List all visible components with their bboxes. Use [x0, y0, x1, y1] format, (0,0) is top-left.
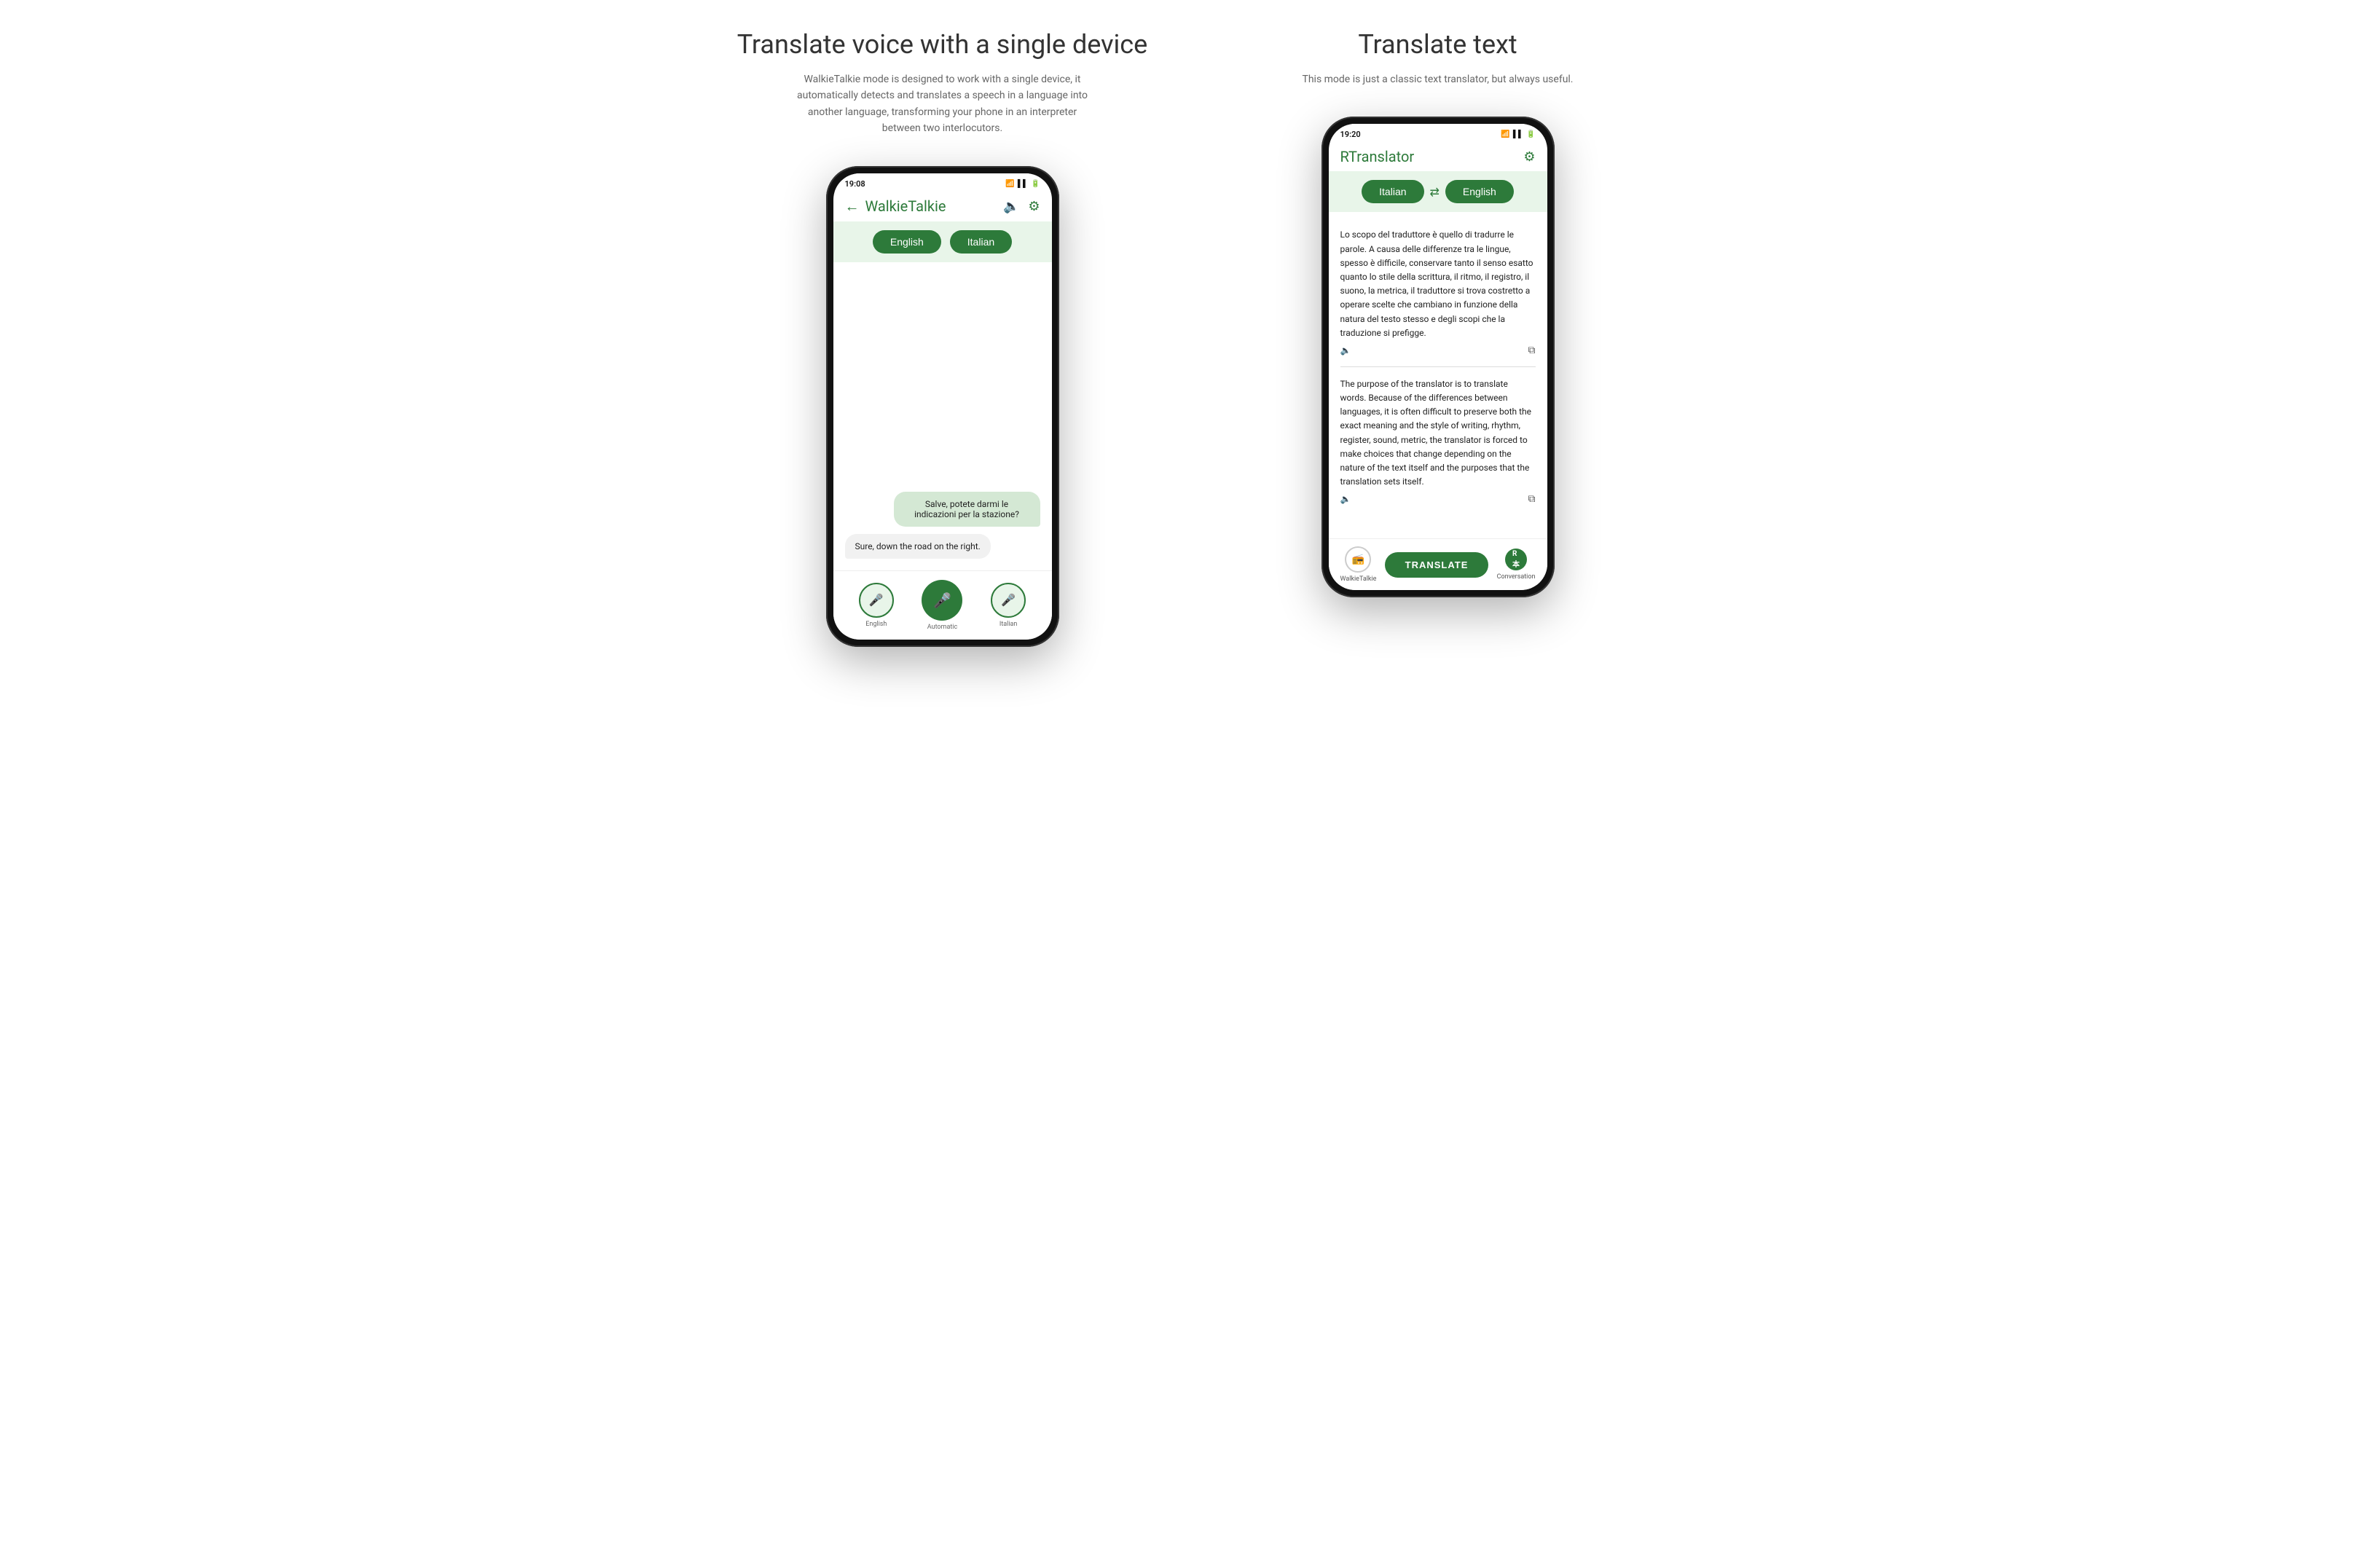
- right-walkie-talkie-btn[interactable]: 📻 WalkieTalkie: [1340, 546, 1377, 583]
- right-lang1-btn[interactable]: Italian: [1362, 180, 1423, 203]
- right-settings-icon[interactable]: ⚙: [1523, 149, 1535, 165]
- settings-icon[interactable]: ⚙: [1028, 199, 1040, 214]
- right-italian-actions: 🔈 ⧉: [1340, 345, 1536, 356]
- right-phone-inner: 19:20 📶 ▌▌ 🔋 RTranslator ⚙ Italian ⇄: [1329, 124, 1547, 590]
- right-english-block: The purpose of the translator is to tran…: [1340, 370, 1536, 513]
- left-status-bar: 19:08 📶 ▌▌ 🔋: [833, 173, 1052, 192]
- speaker-icon[interactable]: 🔈: [1003, 199, 1019, 214]
- right-english-actions: 🔈 ⧉: [1340, 493, 1536, 505]
- text-divider: [1340, 366, 1536, 367]
- swap-icon[interactable]: ⇄: [1430, 185, 1440, 199]
- right-lang2-btn[interactable]: English: [1445, 180, 1514, 203]
- right-conv-label: Conversation: [1497, 573, 1536, 581]
- right-italian-copy-icon[interactable]: ⧉: [1528, 345, 1536, 356]
- left-lang-bar: English Italian: [833, 221, 1052, 262]
- right-app-header: RTranslator ⚙: [1329, 142, 1547, 171]
- right-status-icons: 📶 ▌▌ 🔋: [1501, 130, 1535, 138]
- left-mic-label-3: Italian: [999, 621, 1018, 628]
- right-phone: 19:20 📶 ▌▌ 🔋 RTranslator ⚙ Italian ⇄: [1321, 117, 1555, 597]
- page-wrapper: Translate voice with a single device Wal…: [717, 29, 1664, 647]
- left-mic-italian[interactable]: 🎤: [991, 583, 1026, 618]
- right-app-title: RTranslator: [1340, 148, 1415, 165]
- right-translate-btn[interactable]: TRANSLATE: [1385, 552, 1489, 578]
- left-section: Translate voice with a single device Wal…: [717, 29, 1169, 647]
- right-italian-volume-icon[interactable]: 🔈: [1340, 345, 1351, 355]
- left-lang1-btn[interactable]: English: [873, 230, 941, 254]
- left-chat-area: Salve, potete darmi le indicazioni per l…: [833, 262, 1052, 570]
- left-lang2-btn[interactable]: Italian: [950, 230, 1012, 254]
- left-desc: WalkieTalkie mode is designed to work wi…: [790, 71, 1096, 137]
- wifi-icon: 📶: [1005, 180, 1014, 188]
- left-phone: 19:08 📶 ▌▌ 🔋 ← WalkieTalkie 🔈 ⚙: [826, 166, 1059, 647]
- right-italian-text: Lo scopo del traduttore è quello di trad…: [1340, 228, 1536, 340]
- left-app-header: ← WalkieTalkie 🔈 ⚙: [833, 192, 1052, 221]
- left-mic-label-2: Automatic: [927, 624, 957, 631]
- right-desc: This mode is just a classic text transla…: [1302, 71, 1573, 87]
- right-title: Translate text: [1358, 29, 1517, 60]
- right-signal-icon: ▌▌: [1513, 130, 1523, 138]
- left-mic-english[interactable]: 🎤: [859, 583, 894, 618]
- left-status-icons: 📶 ▌▌ 🔋: [1005, 180, 1040, 188]
- left-bottom-bar: 🎤 English 🎤 Automatic 🎤: [833, 570, 1052, 640]
- right-conversation-btn[interactable]: R本 Conversation: [1497, 549, 1536, 581]
- right-italian-block: Lo scopo del traduttore è quello di trad…: [1340, 221, 1536, 364]
- right-english-copy-icon[interactable]: ⧉: [1528, 493, 1536, 505]
- right-status-time: 19:20: [1340, 130, 1361, 139]
- left-mic-wrapper-2: 🎤 Automatic: [922, 580, 962, 631]
- right-conv-icon: R本: [1505, 549, 1527, 570]
- right-wifi-icon: 📶: [1501, 130, 1509, 138]
- left-header-icons: 🔈 ⚙: [1003, 199, 1040, 214]
- right-wt-label: WalkieTalkie: [1340, 575, 1377, 583]
- left-status-time: 19:08: [845, 179, 865, 189]
- right-battery-icon: 🔋: [1526, 130, 1535, 138]
- right-english-volume-icon[interactable]: 🔈: [1340, 494, 1351, 504]
- battery-icon: 🔋: [1031, 180, 1040, 188]
- right-lang-bar: Italian ⇄ English: [1329, 171, 1547, 212]
- right-section: Translate text This mode is just a class…: [1212, 29, 1664, 647]
- left-title: Translate voice with a single device: [737, 29, 1148, 60]
- left-mic-wrapper-3: 🎤 Italian: [991, 583, 1026, 628]
- left-app-title: WalkieTalkie: [865, 197, 997, 215]
- left-bubble-right: Salve, potete darmi le indicazioni per l…: [894, 492, 1040, 527]
- left-mic-wrapper-1: 🎤 English: [859, 583, 894, 628]
- right-bottom-bar: 📻 WalkieTalkie TRANSLATE R本 Conversation: [1329, 538, 1547, 590]
- left-mic-label-1: English: [865, 621, 887, 628]
- right-status-bar: 19:20 📶 ▌▌ 🔋: [1329, 124, 1547, 142]
- left-phone-inner: 19:08 📶 ▌▌ 🔋 ← WalkieTalkie 🔈 ⚙: [833, 173, 1052, 640]
- left-mic-auto[interactable]: 🎤: [922, 580, 962, 621]
- right-wt-icon: 📻: [1345, 546, 1371, 573]
- signal-icon: ▌▌: [1018, 180, 1028, 188]
- left-bubble-left: Sure, down the road on the right.: [845, 534, 991, 559]
- mic-icon-2: 🎤: [933, 592, 951, 609]
- right-translate-area: Lo scopo del traduttore è quello di trad…: [1329, 212, 1547, 538]
- back-icon[interactable]: ←: [845, 197, 860, 216]
- mic-icon-1: 🎤: [869, 593, 884, 607]
- mic-icon-3: 🎤: [1001, 593, 1016, 607]
- right-english-text: The purpose of the translator is to tran…: [1340, 377, 1536, 490]
